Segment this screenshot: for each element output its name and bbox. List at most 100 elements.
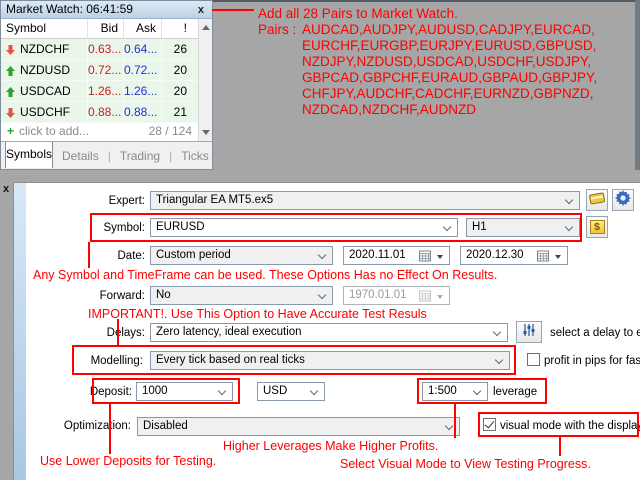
scrollbar[interactable] [198, 19, 212, 141]
tab-symbols[interactable]: Symbols [5, 142, 54, 168]
deposit-select[interactable]: 1000 [136, 382, 233, 401]
table-row-usdcad[interactable]: USDCAD 1.26... 1.26... 20 [1, 81, 198, 102]
tab-ticks[interactable]: Ticks [172, 149, 212, 163]
table-row-nzdusd[interactable]: NZDUSD 0.72... 0.72... 20 [1, 60, 198, 81]
profit-in-pips-checkbox[interactable] [527, 353, 540, 366]
date-period-value: Custom period [156, 249, 231, 261]
spread-value: 20 [161, 81, 194, 101]
spread-value: 26 [161, 39, 194, 59]
chevron-down-icon [472, 386, 482, 396]
column-header-spread[interactable]: ! [161, 19, 194, 38]
currency-select[interactable]: USD [257, 382, 325, 401]
dollar-icon: $ [589, 220, 605, 234]
date-period-select[interactable]: Custom period [150, 246, 333, 265]
optimization-value: Disabled [143, 420, 188, 432]
delays-value: Zero latency, ideal execution [156, 326, 302, 338]
close-icon[interactable]: x [198, 2, 204, 19]
date-to-picker[interactable]: 2020.12.30 [460, 246, 568, 265]
annotation-pairs-line: EURCHF,EURGBP,EURJPY,EURUSD,GBPUSD, [302, 38, 597, 53]
optimization-select[interactable]: Disabled [137, 417, 460, 436]
delays-hint: select a delay to emulate [550, 327, 640, 339]
spread-value: 20 [161, 60, 194, 80]
symbol-name: NZDCHF [20, 42, 70, 56]
chevron-down-icon [494, 355, 504, 365]
chevron-down-icon [309, 386, 319, 396]
tab-details[interactable]: Details [53, 149, 108, 163]
annotation-add-pairs: Add all 28 Pairs to Market Watch. [258, 6, 458, 21]
dropdown-arrow-icon [437, 255, 443, 259]
market-watch-panel: Market Watch: 06:41:59 x Symbol Bid Ask … [0, 0, 213, 170]
visual-mode-label[interactable]: visual mode with the display [500, 420, 640, 432]
column-header-bid[interactable]: Bid [87, 19, 123, 38]
column-header-ask[interactable]: Ask [123, 19, 161, 38]
click-to-add-row[interactable]: + click to add... 28 / 124 [1, 123, 212, 140]
chevron-down-icon [217, 386, 227, 396]
chevron-down-icon [442, 222, 452, 232]
table-row-nzdchf[interactable]: NZDCHF 0.63... 0.64... 26 [1, 39, 198, 60]
window-right-edge [635, 0, 640, 170]
currency-value: USD [263, 385, 288, 397]
timeframe-select[interactable]: H1 [466, 218, 580, 237]
annotation-visual-note: Select Visual Mode to View Testing Progr… [340, 457, 591, 471]
expert-value: Triangular EA MT5.ex5 [156, 194, 274, 206]
expert-journal-button[interactable] [586, 189, 608, 211]
date-to-value: 2020.12.30 [466, 249, 524, 261]
visual-mode-checkbox[interactable] [483, 418, 496, 431]
chevron-down-icon [564, 195, 574, 205]
symbols-counter: 28 / 124 [148, 124, 192, 138]
chevron-down-icon [317, 250, 327, 260]
panel-left-strip [14, 183, 26, 480]
date-label: Date: [117, 250, 146, 262]
market-watch-title: Market Watch: 06:41:59 [6, 2, 133, 16]
calendar-icon [419, 290, 431, 304]
market-watch-titlebar: Market Watch: 06:41:59 x [1, 1, 212, 19]
click-to-add-label: click to add... [19, 124, 90, 138]
delays-label: Delays: [106, 327, 145, 339]
annotation-leverage-note: Higher Leverages Make Higher Profits. [223, 439, 439, 453]
chevron-down-icon [492, 327, 502, 337]
screenshot-root: Market Watch: 06:41:59 x Symbol Bid Ask … [0, 0, 640, 480]
annotation-forward-note: IMPORTANT!. Use This Option to Have Accu… [88, 307, 427, 321]
profit-in-pips-label[interactable]: profit in pips for faster calculations [544, 355, 640, 367]
modelling-select[interactable]: Every tick based on real ticks [150, 351, 510, 370]
dropdown-arrow-icon [437, 295, 443, 299]
delay-settings-button[interactable] [516, 321, 542, 343]
scroll-up-icon[interactable] [202, 25, 210, 30]
price-down-icon [6, 107, 15, 118]
add-icon: + [7, 124, 15, 138]
delays-select[interactable]: Zero latency, ideal execution [150, 323, 508, 342]
market-watch-header-row: Symbol Bid Ask ! [1, 19, 198, 39]
chevron-down-icon [317, 290, 327, 300]
sliders-icon [522, 323, 536, 342]
symbol-select[interactable]: EURUSD [150, 218, 458, 237]
journal-icon [588, 190, 606, 211]
expert-select[interactable]: Triangular EA MT5.ex5 [150, 191, 580, 210]
ask-value: 1.26... [123, 81, 161, 101]
annotation-pairs-line: NZDCAD,NZDCHF,AUDNZD [302, 102, 476, 117]
price-up-icon [6, 86, 15, 97]
date-from-picker[interactable]: 2020.11.01 [343, 246, 450, 265]
annotation-pairs-line: CHFJPY,AUDCHF,CADCHF,EURNZD,GBPNZD, [302, 86, 594, 101]
table-row-usdchf[interactable]: USDCHF 0.88... 0.88... 21 [1, 102, 198, 123]
deposit-label: Deposit: [89, 386, 132, 398]
chevron-down-icon [444, 421, 454, 431]
ask-value: 0.88... [123, 102, 161, 122]
scroll-down-icon[interactable] [202, 130, 210, 135]
symbol-properties-button[interactable]: $ [586, 216, 608, 238]
modelling-label: Modelling: [90, 355, 143, 367]
forward-select[interactable]: No [150, 286, 333, 305]
modelling-value: Every tick based on real ticks [156, 354, 305, 366]
market-watch-tabbar: Symbols Details | Trading | Ticks [1, 141, 212, 169]
annotation-symbol-note: Any Symbol and TimeFrame can be used. Th… [33, 268, 498, 282]
tab-trading[interactable]: Trading [111, 149, 169, 163]
expert-properties-button[interactable] [612, 189, 634, 211]
symbol-label: Symbol: [103, 222, 145, 234]
annotation-deposit-note: Use Lower Deposits for Testing. [40, 454, 217, 468]
bid-value: 0.88... [87, 102, 123, 122]
gear-icon [615, 189, 631, 211]
close-icon[interactable]: x [3, 183, 9, 195]
calendar-icon [537, 250, 549, 264]
column-header-symbol[interactable]: Symbol [1, 19, 87, 38]
chevron-down-icon [564, 222, 574, 232]
leverage-select[interactable]: 1:500 [422, 382, 488, 401]
